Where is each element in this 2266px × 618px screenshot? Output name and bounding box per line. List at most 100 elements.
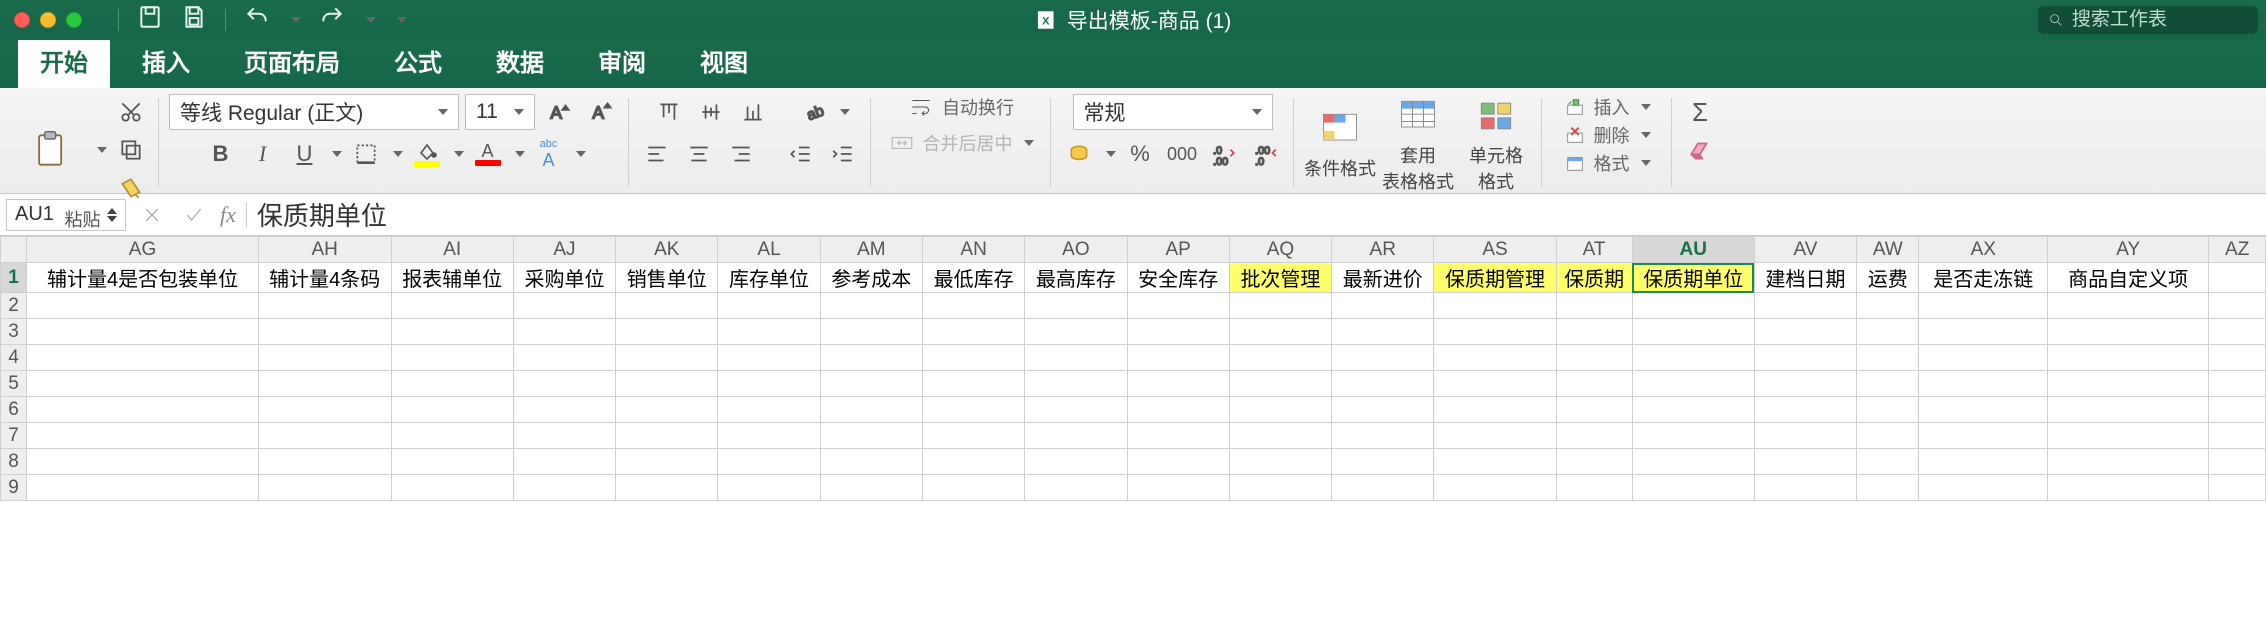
increase-font-icon[interactable]: A [541, 94, 577, 130]
search-box[interactable] [2038, 6, 2258, 34]
cell-AK9[interactable] [616, 475, 718, 501]
tab-data[interactable]: 数据 [474, 35, 566, 88]
cell-AR1[interactable]: 最新进价 [1332, 263, 1434, 293]
col-header-AI[interactable]: AI [391, 237, 513, 263]
cell-AJ4[interactable] [513, 345, 615, 371]
cell-AI6[interactable] [391, 397, 513, 423]
cell-AQ5[interactable] [1229, 371, 1331, 397]
search-input[interactable] [2072, 9, 2248, 31]
cell-AW2[interactable] [1857, 293, 1919, 319]
fx-label[interactable]: fx [220, 202, 236, 228]
cell-AT2[interactable] [1556, 293, 1632, 319]
align-center-icon[interactable] [681, 136, 717, 172]
cell-AX1[interactable]: 是否走冻链 [1919, 263, 2048, 293]
close-window-button[interactable] [14, 12, 30, 28]
cell-AS6[interactable] [1434, 397, 1556, 423]
cell-AM6[interactable] [820, 397, 922, 423]
align-right-icon[interactable] [723, 136, 759, 172]
maximize-window-button[interactable] [66, 12, 82, 28]
cell-AP5[interactable] [1127, 371, 1229, 397]
cell-AZ2[interactable] [2209, 293, 2266, 319]
cell-AG5[interactable] [27, 371, 259, 397]
cell-AG9[interactable] [27, 475, 259, 501]
cell-AZ9[interactable] [2209, 475, 2266, 501]
italic-button[interactable]: I [245, 136, 281, 172]
cell-AM4[interactable] [820, 345, 922, 371]
qat-customize-dropdown[interactable] [397, 17, 407, 23]
cell-AN4[interactable] [922, 345, 1024, 371]
cell-AO5[interactable] [1025, 371, 1127, 397]
cell-AT3[interactable] [1556, 319, 1632, 345]
row-header-1[interactable]: 1 [1, 263, 27, 293]
cell-AS9[interactable] [1434, 475, 1556, 501]
cell-AO8[interactable] [1025, 449, 1127, 475]
cell-AU1[interactable]: 保质期单位 [1632, 263, 1754, 293]
redo-icon[interactable] [319, 4, 345, 36]
cell-AS3[interactable] [1434, 319, 1556, 345]
cell-AN5[interactable] [922, 371, 1024, 397]
percent-icon[interactable]: % [1122, 136, 1158, 172]
col-header-AX[interactable]: AX [1919, 237, 2048, 263]
save-as-icon[interactable] [137, 4, 163, 36]
cell-AI5[interactable] [391, 371, 513, 397]
cell-AP1[interactable]: 安全库存 [1127, 263, 1229, 293]
undo-icon[interactable] [244, 4, 270, 36]
cell-AM5[interactable] [820, 371, 922, 397]
cell-AI1[interactable]: 报表辅单位 [391, 263, 513, 293]
cell-AJ5[interactable] [513, 371, 615, 397]
cell-AU5[interactable] [1632, 371, 1754, 397]
cell-AL1[interactable]: 库存单位 [718, 263, 820, 293]
cell-AT5[interactable] [1556, 371, 1632, 397]
cell-AT4[interactable] [1556, 345, 1632, 371]
tab-formulas[interactable]: 公式 [372, 35, 464, 88]
cell-AR5[interactable] [1332, 371, 1434, 397]
cell-AL4[interactable] [718, 345, 820, 371]
cell-AK7[interactable] [616, 423, 718, 449]
cell-AQ8[interactable] [1229, 449, 1331, 475]
cell-AG4[interactable] [27, 345, 259, 371]
select-all-corner[interactable] [1, 237, 27, 263]
format-painter-icon[interactable] [113, 170, 149, 206]
cell-AZ7[interactable] [2209, 423, 2266, 449]
cell-AQ1[interactable]: 批次管理 [1229, 263, 1331, 293]
cell-AH3[interactable] [258, 319, 391, 345]
cell-AJ1[interactable]: 采购单位 [513, 263, 615, 293]
row-header-6[interactable]: 6 [1, 397, 27, 423]
phonetic-dropdown[interactable] [576, 151, 586, 157]
cell-AJ8[interactable] [513, 449, 615, 475]
cell-styles-button[interactable]: 单元格 格式 [1460, 94, 1532, 194]
col-header-AL[interactable]: AL [718, 237, 820, 263]
col-header-AN[interactable]: AN [922, 237, 1024, 263]
cell-AU7[interactable] [1632, 423, 1754, 449]
cell-AQ2[interactable] [1229, 293, 1331, 319]
col-header-AH[interactable]: AH [258, 237, 391, 263]
cell-AY8[interactable] [2048, 449, 2209, 475]
row-header-7[interactable]: 7 [1, 423, 27, 449]
cell-AS4[interactable] [1434, 345, 1556, 371]
cell-AS5[interactable] [1434, 371, 1556, 397]
cell-AN8[interactable] [922, 449, 1024, 475]
cell-AG8[interactable] [27, 449, 259, 475]
cell-AX7[interactable] [1919, 423, 2048, 449]
cell-AQ7[interactable] [1229, 423, 1331, 449]
col-header-AU[interactable]: AU [1632, 237, 1754, 263]
cell-AM9[interactable] [820, 475, 922, 501]
phonetic-button[interactable]: abcA [531, 136, 567, 172]
cell-AK1[interactable]: 销售单位 [616, 263, 718, 293]
cell-AR4[interactable] [1332, 345, 1434, 371]
decrease-font-icon[interactable]: A [583, 94, 619, 130]
cell-AJ7[interactable] [513, 423, 615, 449]
align-top-icon[interactable] [651, 94, 687, 130]
cell-AP8[interactable] [1127, 449, 1229, 475]
cell-AL2[interactable] [718, 293, 820, 319]
format-as-table-button[interactable]: 套用 表格格式 [1382, 94, 1454, 194]
cut-icon[interactable] [113, 94, 149, 130]
row-header-5[interactable]: 5 [1, 371, 27, 397]
align-middle-icon[interactable] [693, 94, 729, 130]
comma-icon[interactable]: 000 [1164, 136, 1200, 172]
cell-AV6[interactable] [1754, 397, 1856, 423]
cell-AH8[interactable] [258, 449, 391, 475]
cell-AX8[interactable] [1919, 449, 2048, 475]
cell-AN3[interactable] [922, 319, 1024, 345]
cell-AV4[interactable] [1754, 345, 1856, 371]
